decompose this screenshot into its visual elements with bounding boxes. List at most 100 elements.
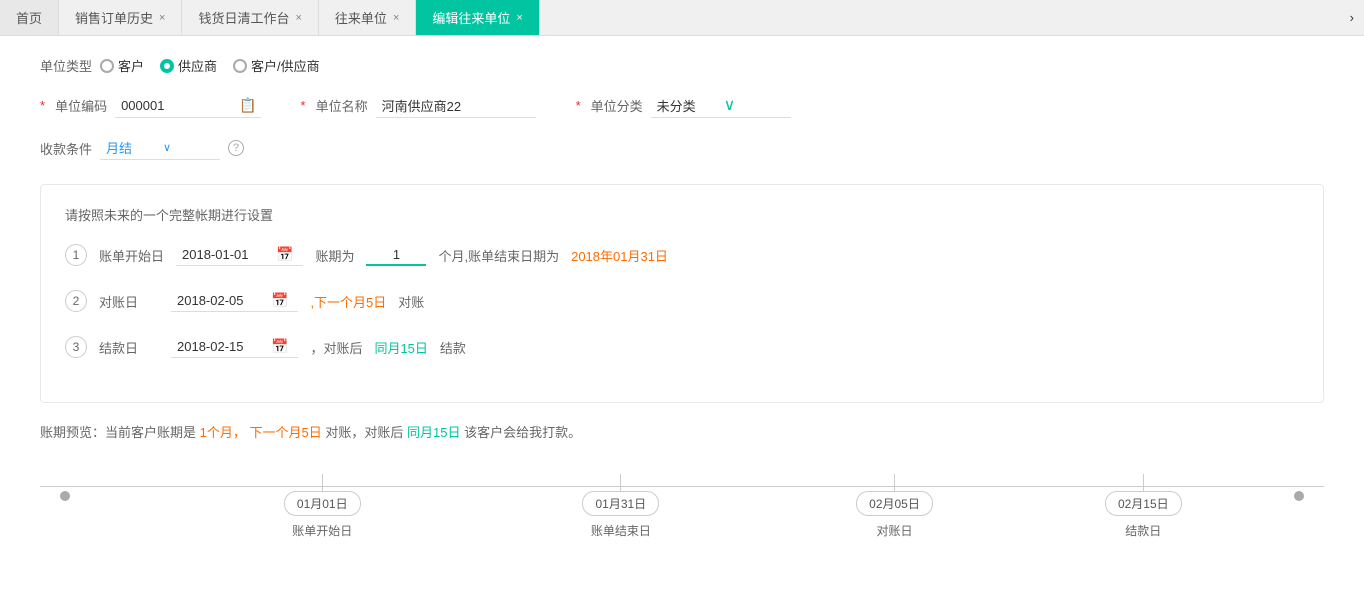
- preview-part3: 同月15日: [407, 425, 460, 440]
- radio-customer-supplier-circle: [233, 59, 247, 73]
- radio-supplier[interactable]: 供应商: [160, 56, 217, 75]
- main-content: 单位类型 客户 供应商 客户/供应商 * 单位编码: [0, 36, 1364, 608]
- step-3-calendar-icon[interactable]: 📅: [267, 338, 292, 355]
- timeline-badge-4: 02月15日: [1105, 491, 1182, 516]
- timeline-badge-2: 01月31日: [582, 491, 659, 516]
- payment-terms-select[interactable]: 月结 ∨: [100, 136, 220, 160]
- unit-type-label: 单位类型: [40, 56, 92, 75]
- step-3-date-input[interactable]: [177, 339, 267, 354]
- tab-sales-history-label: 销售订单历史: [75, 8, 153, 27]
- timeline-point-1: 01月01日 账单开始日: [284, 474, 361, 539]
- radio-customer-circle: [100, 59, 114, 73]
- timeline-badge-3: 02月05日: [856, 491, 933, 516]
- radio-customer-label: 客户: [118, 56, 144, 75]
- timeline-point-3: 02月05日 对账日: [856, 474, 933, 539]
- payment-settings-card: 请按照未来的一个完整帐期进行设置 1 账单开始日 📅 账期为 个月,账单结束日期…: [40, 184, 1324, 403]
- timeline-badge-1: 01月01日: [284, 491, 361, 516]
- timeline-container: 01月01日 账单开始日 01月31日 账单结束日 02月05日 对账日 02月…: [40, 464, 1324, 564]
- radio-customer-supplier-label: 客户/供应商: [251, 56, 320, 75]
- step-1-num: 1: [65, 244, 87, 266]
- payment-terms-group: 收款条件 月结 ∨ ?: [40, 136, 244, 160]
- step-2-date-input[interactable]: [177, 293, 267, 308]
- payment-terms-label: 收款条件: [40, 139, 92, 158]
- step-1-highlight: 2018年01月31日: [571, 246, 668, 265]
- step-3-prefix-text: ，对账后: [310, 338, 362, 357]
- step-2-suffix-text: 对账: [398, 292, 424, 311]
- unit-category-star: *: [576, 98, 581, 113]
- payment-terms-row: 收款条件 月结 ∨ ?: [40, 136, 1324, 160]
- unit-category-value: 未分类: [657, 96, 718, 115]
- unit-code-field: 📋: [115, 94, 260, 118]
- unit-name-field: [376, 94, 536, 118]
- radio-supplier-circle: [160, 59, 174, 73]
- tab-home-label: 首页: [16, 8, 42, 27]
- radio-customer[interactable]: 客户: [100, 56, 144, 75]
- step-1-date-field: 📅: [176, 244, 303, 266]
- step-1-calendar-icon[interactable]: 📅: [272, 246, 297, 263]
- tab-more-button[interactable]: ›: [1340, 0, 1364, 35]
- step-1-row: 1 账单开始日 📅 账期为 个月,账单结束日期为 2018年01月31日: [65, 244, 1299, 266]
- radio-supplier-label: 供应商: [178, 56, 217, 75]
- unit-code-copy-icon[interactable]: 📋: [235, 97, 260, 114]
- unit-category-select[interactable]: 未分类 ∨: [651, 93, 791, 118]
- close-cash-work-icon[interactable]: ×: [295, 12, 301, 24]
- step-1-suffix-text: 个月,账单结束日期为: [438, 246, 559, 265]
- payment-terms-arrow-icon: ∨: [163, 141, 214, 154]
- preview-section: 账期预览：当前客户账期是 1个月， 下一个月5日 对账，对账后 同月15日 该客…: [40, 423, 1324, 444]
- step-3-suffix-text: 结款: [440, 338, 466, 357]
- unit-name-input[interactable]: [376, 96, 536, 115]
- preview-prefix: 账期预览：当前客户账期是: [40, 425, 196, 440]
- unit-name-star: *: [301, 98, 306, 113]
- step-2-date-field: 📅: [171, 290, 298, 312]
- timeline-end-dot: [1294, 491, 1304, 501]
- preview-part2: 下一个月5日: [250, 425, 322, 440]
- unit-name-group: * 单位名称: [301, 94, 536, 118]
- preview-suffix: 该客户会给我打款。: [464, 425, 581, 440]
- tab-cash-work[interactable]: 钱货日清工作台 ×: [182, 0, 318, 35]
- unit-type-group: 单位类型 客户 供应商 客户/供应商: [40, 56, 320, 75]
- step-3-highlight: 同月15日: [374, 338, 427, 357]
- unit-info-row: * 单位编码 📋 * 单位名称 * 单位分类 未分类 ∨: [40, 93, 1324, 118]
- timeline-label-4: 结款日: [1125, 522, 1161, 539]
- tab-bar: 首页 销售订单历史 × 钱货日清工作台 × 往来单位 × 编辑往来单位 × ›: [0, 0, 1364, 36]
- close-partner-unit-icon[interactable]: ×: [393, 12, 399, 24]
- tab-partner-unit-label: 往来单位: [335, 8, 387, 27]
- step-2-num: 2: [65, 290, 87, 312]
- tab-sales-history[interactable]: 销售订单历史 ×: [59, 0, 182, 35]
- step-2-highlight-prefix: ,下一个月5日: [310, 292, 386, 311]
- timeline-label-3: 对账日: [877, 522, 913, 539]
- step-2-row: 2 对账日 📅 ,下一个月5日 对账: [65, 290, 1299, 312]
- timeline-start-dot: [60, 491, 70, 501]
- timeline-point-4: 02月15日 结款日: [1105, 474, 1182, 539]
- step-2-calendar-icon[interactable]: 📅: [267, 292, 292, 309]
- unit-type-row: 单位类型 客户 供应商 客户/供应商: [40, 56, 1324, 75]
- step-3-label: 结款日: [99, 338, 159, 357]
- unit-category-arrow-icon: ∨: [724, 95, 785, 115]
- step-1-date-input[interactable]: [182, 247, 272, 262]
- close-sales-history-icon[interactable]: ×: [159, 12, 165, 24]
- payment-terms-help-icon[interactable]: ?: [228, 140, 244, 156]
- unit-category-group: * 单位分类 未分类 ∨: [576, 93, 791, 118]
- step-3-num: 3: [65, 336, 87, 358]
- payment-terms-value: 月结: [106, 138, 157, 157]
- card-title: 请按照未来的一个完整帐期进行设置: [65, 205, 1299, 224]
- step-3-date-field: 📅: [171, 336, 298, 358]
- radio-customer-supplier[interactable]: 客户/供应商: [233, 56, 320, 75]
- timeline-point-2: 01月31日 账单结束日: [582, 474, 659, 539]
- tab-edit-partner[interactable]: 编辑往来单位 ×: [416, 0, 539, 35]
- close-edit-partner-icon[interactable]: ×: [516, 12, 522, 24]
- unit-code-input[interactable]: [115, 96, 235, 115]
- timeline-label-2: 账单结束日: [591, 522, 651, 539]
- step-3-row: 3 结款日 📅 ，对账后 同月15日 结款: [65, 336, 1299, 358]
- unit-category-label: 单位分类: [591, 96, 643, 115]
- tab-edit-partner-label: 编辑往来单位: [432, 8, 510, 27]
- unit-name-label: 单位名称: [316, 96, 368, 115]
- unit-type-radio-group: 客户 供应商 客户/供应商: [100, 56, 320, 75]
- tab-partner-unit[interactable]: 往来单位 ×: [319, 0, 416, 35]
- unit-code-star: *: [40, 98, 45, 113]
- tab-home[interactable]: 首页: [0, 0, 59, 35]
- step-1-period-input[interactable]: [366, 245, 426, 266]
- unit-code-label: 单位编码: [55, 96, 107, 115]
- unit-code-group: * 单位编码 📋: [40, 94, 261, 118]
- step-2-label: 对账日: [99, 292, 159, 311]
